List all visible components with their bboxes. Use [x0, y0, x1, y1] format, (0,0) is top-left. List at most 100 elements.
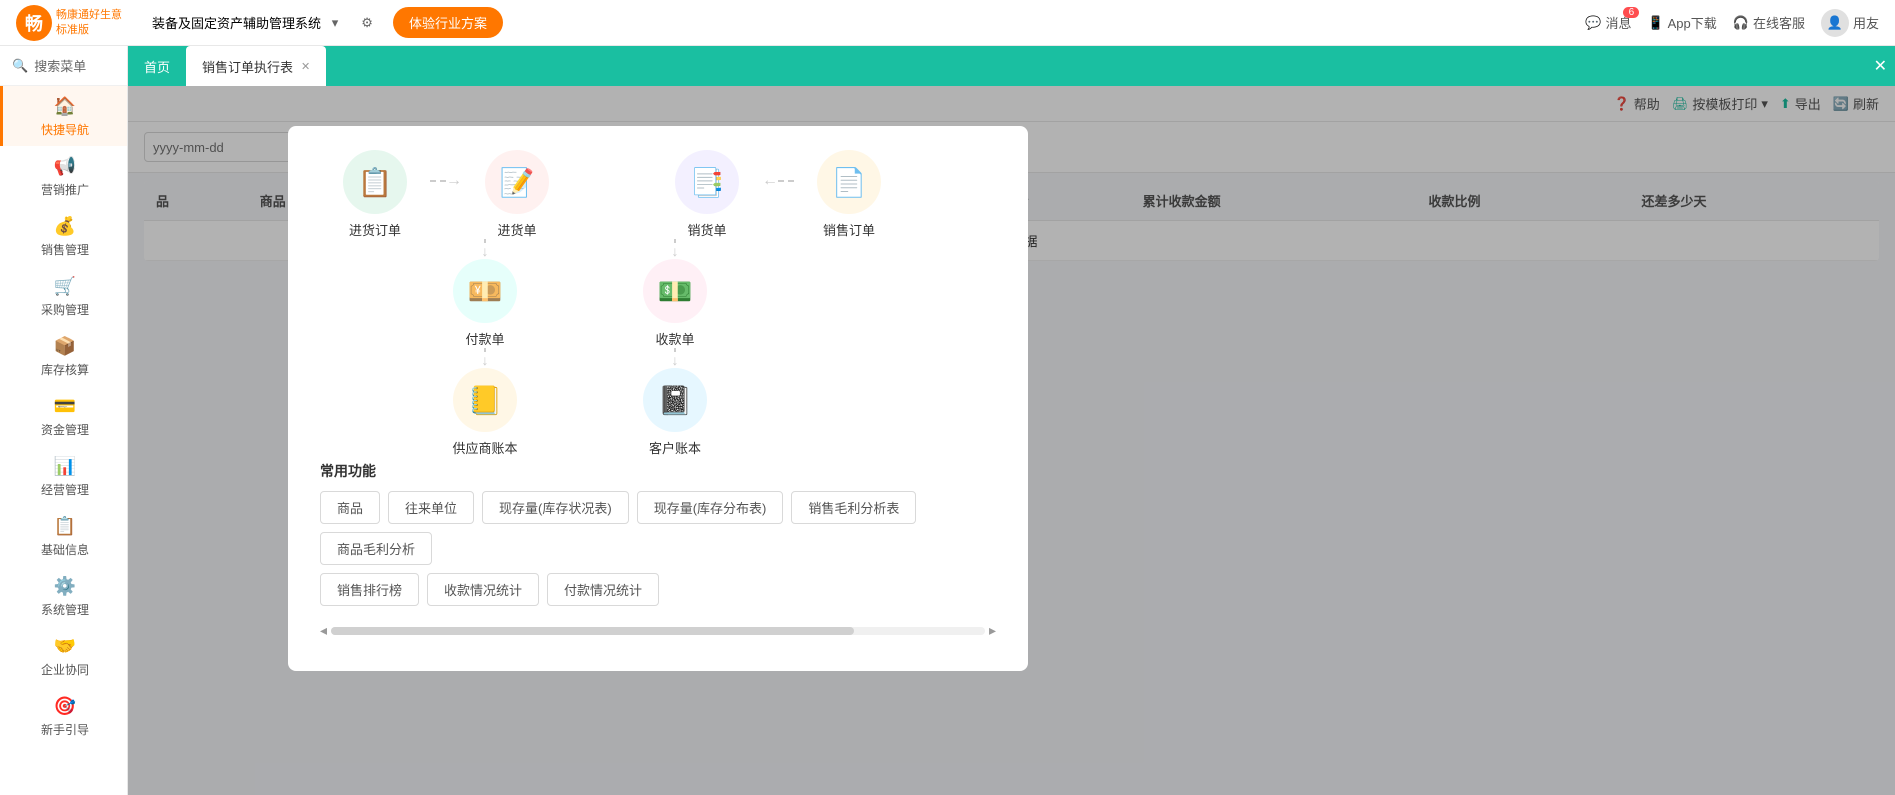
- home-icon: 🏠: [54, 96, 76, 117]
- sidebar: 🔍 搜索菜单 🏠 快捷导航 📢 营销推广 💰 销售管理 🛒 采购管理 📦: [0, 46, 128, 795]
- workflow-row3: 💴 付款单 💵 收款单: [320, 259, 996, 348]
- sidebar-item-management[interactable]: 📊 经营管理: [0, 446, 127, 506]
- wf-node-fukuan: 💴 付款单: [430, 259, 540, 348]
- wf-down2: ↓: [620, 239, 730, 259]
- basicinfo-icon: 📋: [54, 516, 76, 537]
- wf-circle-kehu: 📓: [643, 368, 707, 432]
- search-menu[interactable]: 🔍 搜索菜单: [0, 46, 127, 86]
- inventory-icon: 📦: [54, 336, 76, 357]
- wf-label-kehu: 客户账本: [649, 438, 701, 457]
- finance-icon: 💳: [54, 396, 76, 417]
- wf-circle-jinhuo-order: 📋: [343, 150, 407, 214]
- sidebar-item-basic-info[interactable]: 📋 基础信息: [0, 506, 127, 566]
- user-avatar: 👤: [1821, 9, 1849, 37]
- user-name: 用友: [1853, 13, 1879, 32]
- wf-circle-gongyingshang: 📒: [453, 368, 517, 432]
- cf-title: 常用功能: [320, 461, 996, 481]
- app-download-label: App下载: [1668, 13, 1717, 32]
- sidebar-item-label: 销售管理: [41, 241, 89, 258]
- workflow-row1: 📋 进货订单 → 📝: [320, 150, 996, 239]
- tab-sales-order-label: 销售订单执行表: [202, 57, 293, 76]
- dropdown-icon[interactable]: ▾: [325, 13, 345, 33]
- settings-icon[interactable]: ⚙: [353, 9, 381, 37]
- online-service-item[interactable]: 🎧 在线客服: [1733, 13, 1805, 32]
- main-area: 🔍 搜索菜单 🏠 快捷导航 📢 营销推广 💰 销售管理 🛒 采购管理 📦: [0, 46, 1895, 795]
- scroll-right-arrow[interactable]: ▸: [989, 622, 996, 639]
- sales-icon: 💰: [54, 216, 76, 237]
- cf-btn-product[interactable]: 商品: [320, 491, 380, 524]
- main-content: ❓ 帮助 🖨 按模板打印 ▾ ⬆ 导出 🔄 刷新: [128, 86, 1895, 795]
- wf-label-fukuan: 付款单: [465, 329, 504, 348]
- user-item[interactable]: 👤 用友: [1821, 9, 1879, 37]
- sidebar-item-label: 采购管理: [41, 301, 89, 318]
- search-icon: 🔍: [12, 58, 28, 74]
- sidebar-item-inventory[interactable]: 📦 库存核算: [0, 326, 127, 386]
- cf-btn-product-margin[interactable]: 商品毛利分析: [320, 532, 432, 565]
- message-item[interactable]: 💬 消息 6: [1585, 13, 1631, 32]
- cf-btn-stock-dist[interactable]: 现存量(库存分布表): [637, 491, 784, 524]
- wf-label-jinhuo-order: 进货订单: [349, 220, 401, 239]
- message-badge: 6: [1623, 7, 1639, 18]
- tab-close-icon[interactable]: ✕: [301, 60, 310, 73]
- modal-overlay: 📋 进货订单 → 📝: [128, 86, 1895, 795]
- cf-buttons-row2: 销售排行榜 收款情况统计 付款情况统计: [320, 573, 996, 606]
- cf-btn-partner[interactable]: 往来单位: [388, 491, 474, 524]
- sidebar-item-sales[interactable]: 💰 销售管理: [0, 206, 127, 266]
- wf-node-xiaohuo-dan: 📑 销货单: [652, 150, 762, 239]
- sidebar-item-system[interactable]: ⚙️ 系统管理: [0, 566, 127, 626]
- wf-node-xiaoshou-order: 📄 销售订单: [794, 150, 904, 239]
- workflow-row5: 📒 供应商账本 📓 客户账本: [320, 368, 996, 457]
- tabs-bar: 首页 销售订单执行表 ✕ ✕: [128, 46, 1895, 86]
- newbie-icon: 🎯: [54, 696, 76, 717]
- sidebar-item-purchase[interactable]: 🛒 采购管理: [0, 266, 127, 326]
- top-right: 💬 消息 6 📱 App下载 🎧 在线客服 👤 用友: [1585, 9, 1879, 37]
- sidebar-item-label: 快捷导航: [41, 121, 89, 138]
- sidebar-item-label: 基础信息: [41, 541, 89, 558]
- sidebar-item-quicknav[interactable]: 🏠 快捷导航: [0, 86, 127, 146]
- sidebar-item-finance[interactable]: 💳 资金管理: [0, 386, 127, 446]
- wf-circle-shoukuan: 💵: [643, 259, 707, 323]
- modal-scrollbar: ◂ ▸: [320, 622, 996, 639]
- sidebar-item-collab[interactable]: 🤝 企业协同: [0, 626, 127, 686]
- wf-label-shoukuan: 收款单: [655, 329, 694, 348]
- collab-icon: 🤝: [54, 636, 76, 657]
- online-service-label: 在线客服: [1753, 13, 1805, 32]
- tab-home[interactable]: 首页: [128, 46, 186, 86]
- message-icon: 💬: [1585, 15, 1601, 31]
- cf-btn-payment-stats[interactable]: 付款情况统计: [547, 573, 659, 606]
- wf-label-xiaoshou-order: 销售订单: [823, 220, 875, 239]
- cf-btn-stock-status[interactable]: 现存量(库存状况表): [482, 491, 629, 524]
- scroll-left-arrow[interactable]: ◂: [320, 622, 327, 639]
- scrollbar-track[interactable]: [331, 627, 985, 635]
- marketing-icon: 📢: [54, 156, 76, 177]
- app-download-item[interactable]: 📱 App下载: [1647, 13, 1716, 32]
- wf-node-gongyingshang: 📒 供应商账本: [430, 368, 540, 457]
- wf-label-xiaohuo-dan: 销货单: [687, 220, 726, 239]
- sidebar-item-label: 经营管理: [41, 481, 89, 498]
- headset-icon: 🎧: [1733, 15, 1749, 31]
- workflow-row2: ↓ ↓: [320, 239, 996, 259]
- top-bar: 畅 畅康通好生意 标准版 装备及固定资产辅助管理系统 ▾ ⚙ 体验行业方案 💬 …: [0, 0, 1895, 46]
- logo-icon: 畅: [16, 5, 52, 41]
- logo-area: 畅 畅康通好生意 标准版: [16, 5, 144, 41]
- wf-down4: ↓: [620, 348, 730, 368]
- workflow-row4: ↓ ↓: [320, 348, 996, 368]
- wf-down1: ↓: [430, 239, 540, 259]
- cf-btn-receipt-stats[interactable]: 收款情况统计: [427, 573, 539, 606]
- scrollbar-thumb: [331, 627, 854, 635]
- sidebar-item-marketing[interactable]: 📢 营销推广: [0, 146, 127, 206]
- sidebar-item-label: 营销推广: [41, 181, 89, 198]
- close-all-tabs[interactable]: ✕: [1874, 56, 1887, 76]
- cf-btn-sales-rank[interactable]: 销售排行榜: [320, 573, 419, 606]
- experience-button[interactable]: 体验行业方案: [393, 7, 503, 38]
- purchase-icon: 🛒: [54, 276, 76, 297]
- management-icon: 📊: [54, 456, 76, 477]
- sidebar-item-newbie[interactable]: 🎯 新手引导: [0, 686, 127, 746]
- tab-sales-order[interactable]: 销售订单执行表 ✕: [186, 46, 326, 86]
- sidebar-item-label: 企业协同: [41, 661, 89, 678]
- wf-arrow-left1: ←: [762, 172, 794, 190]
- scrollbar-arrows: ◂ ▸: [320, 622, 996, 639]
- wf-label-gongyingshang: 供应商账本: [452, 438, 517, 457]
- wf-circle-xiaohuo-dan: 📑: [675, 150, 739, 214]
- cf-btn-sales-margin[interactable]: 销售毛利分析表: [791, 491, 916, 524]
